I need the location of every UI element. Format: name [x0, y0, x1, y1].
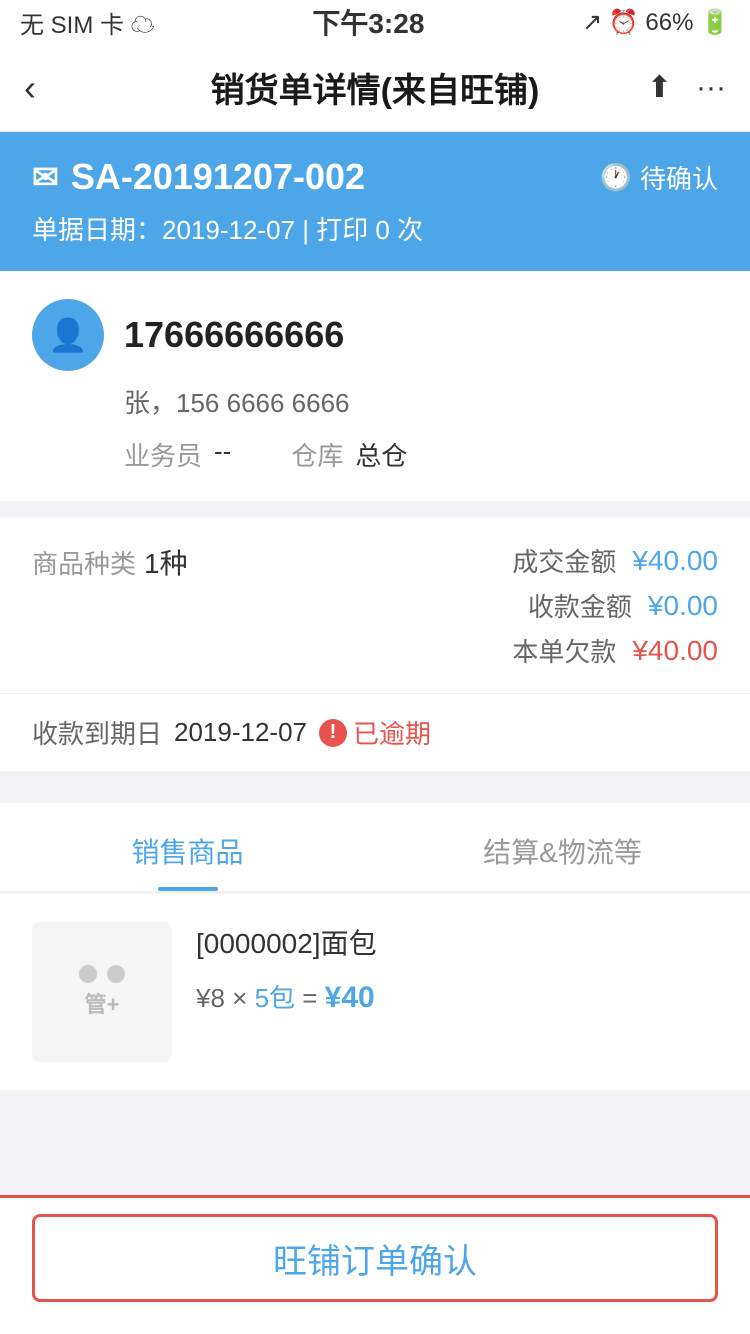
amount-value-0: ¥40.00 — [632, 545, 718, 577]
product-image: 管+ — [32, 922, 172, 1062]
overdue-text: 已逾期 — [353, 714, 431, 751]
overdue-badge: ! 已逾期 — [319, 714, 431, 751]
tab-settlement[interactable]: 结算&物流等 — [375, 803, 750, 891]
amount-value-2: ¥40.00 — [632, 635, 718, 667]
product-info: [0000002]面包 ¥8 × 5包 = ¥40 — [196, 922, 718, 1062]
tabs-header: 销售商品 结算&物流等 — [0, 803, 750, 893]
salesperson-value: -- — [214, 436, 231, 473]
battery-status: ↗ ⏰ 66% 🔋 — [582, 8, 730, 37]
type-value: 1种 — [144, 542, 188, 582]
product-item: 管+ [0000002]面包 ¥8 × 5包 = ¥40 — [0, 893, 750, 1090]
order-icon: ✉ — [32, 158, 59, 196]
amount-label-1: 收款金额 — [528, 587, 632, 624]
divider-2 — [0, 771, 750, 787]
tab-sales-product[interactable]: 销售商品 — [0, 803, 375, 891]
overdue-icon: ! — [319, 719, 347, 747]
status-right: ↗ ⏰ 66% 🔋 — [582, 8, 730, 37]
amount-item-1: 收款金额 ¥0.00 — [528, 587, 718, 624]
customer-section: 👤 17666666666 张，156 6666 6666 业务员 -- 仓库 … — [0, 271, 750, 502]
summary-row: 商品种类 1种 成交金额 ¥40.00 收款金额 ¥0.00 本单欠款 ¥40.… — [32, 542, 718, 669]
owl-eyes — [79, 965, 125, 983]
nav-bar: ‹ 销货单详情(来自旺铺) ⬆ ··· — [0, 44, 750, 132]
sim-status: 无 SIM 卡 ☁ — [20, 5, 155, 40]
product-price: ¥8 × 5包 = ¥40 — [196, 978, 718, 1015]
equals-text: = — [295, 983, 325, 1013]
product-logo: 管+ — [79, 965, 125, 1019]
amount-value-1: ¥0.00 — [648, 590, 718, 622]
nav-actions: ⬆ ··· — [647, 70, 726, 105]
status-left: 无 SIM 卡 ☁ — [20, 5, 155, 40]
share-button[interactable]: ⬆ — [647, 70, 672, 105]
summary-left: 商品种类 1种 — [32, 542, 188, 582]
price-text: ¥8 × — [196, 983, 255, 1013]
product-name: [0000002]面包 — [196, 922, 718, 962]
salesperson-item: 业务员 -- — [124, 436, 231, 473]
amount-item-2: 本单欠款 ¥40.00 — [512, 632, 718, 669]
product-qty: 5包 — [255, 983, 295, 1013]
avatar: 👤 — [32, 299, 104, 371]
order-status: 🕐 待确认 — [600, 159, 718, 196]
more-button[interactable]: ··· — [696, 71, 726, 105]
due-label: 收款到期日 — [32, 714, 162, 751]
customer-info: 张，156 6666 6666 — [32, 383, 718, 420]
customer-top: 👤 17666666666 — [32, 299, 718, 371]
type-label: 商品种类 — [32, 544, 136, 581]
warehouse-label: 仓库 — [291, 436, 343, 473]
customer-phone: 17666666666 — [124, 314, 344, 356]
summary-section: 商品种类 1种 成交金额 ¥40.00 收款金额 ¥0.00 本单欠款 ¥40.… — [0, 518, 750, 693]
tabs-section: 销售商品 结算&物流等 管+ [0000002]面包 ¥8 × 5包 = ¥40 — [0, 803, 750, 1090]
due-section: 收款到期日 2019-12-07 ! 已逾期 — [0, 693, 750, 771]
status-time: 下午3:28 — [312, 2, 424, 42]
salesperson-label: 业务员 — [124, 436, 202, 473]
order-header-top: ✉ SA-20191207-002 🕐 待确认 — [32, 156, 718, 198]
product-total: ¥40 — [325, 981, 375, 1014]
amount-label-0: 成交金额 — [512, 542, 616, 579]
warehouse-value: 总仓 — [355, 436, 407, 473]
owl-eye-left — [79, 965, 97, 983]
customer-meta: 业务员 -- 仓库 总仓 — [32, 436, 718, 473]
summary-right: 成交金额 ¥40.00 收款金额 ¥0.00 本单欠款 ¥40.00 — [512, 542, 718, 669]
bottom-bar: 旺铺订单确认 — [0, 1195, 750, 1334]
page-title: 销货单详情(来自旺铺) — [211, 63, 540, 112]
order-id: ✉ SA-20191207-002 — [32, 156, 365, 198]
divider-1 — [0, 502, 750, 518]
order-date: 单据日期：2019-12-07 | 打印 0 次 — [32, 210, 718, 247]
due-date: 2019-12-07 — [174, 717, 307, 748]
status-bar: 无 SIM 卡 ☁ 下午3:28 ↗ ⏰ 66% 🔋 — [0, 0, 750, 44]
order-header-banner: ✉ SA-20191207-002 🕐 待确认 单据日期：2019-12-07 … — [0, 132, 750, 271]
amount-label-2: 本单欠款 — [512, 632, 616, 669]
confirm-order-button[interactable]: 旺铺订单确认 — [32, 1214, 718, 1302]
status-clock-icon: 🕐 — [600, 162, 632, 193]
avatar-icon: 👤 — [48, 316, 88, 354]
warehouse-item: 仓库 总仓 — [291, 436, 407, 473]
back-button[interactable]: ‹ — [24, 57, 52, 119]
owl-brand: 管+ — [85, 987, 120, 1019]
owl-eye-right — [107, 965, 125, 983]
amount-item-0: 成交金额 ¥40.00 — [512, 542, 718, 579]
